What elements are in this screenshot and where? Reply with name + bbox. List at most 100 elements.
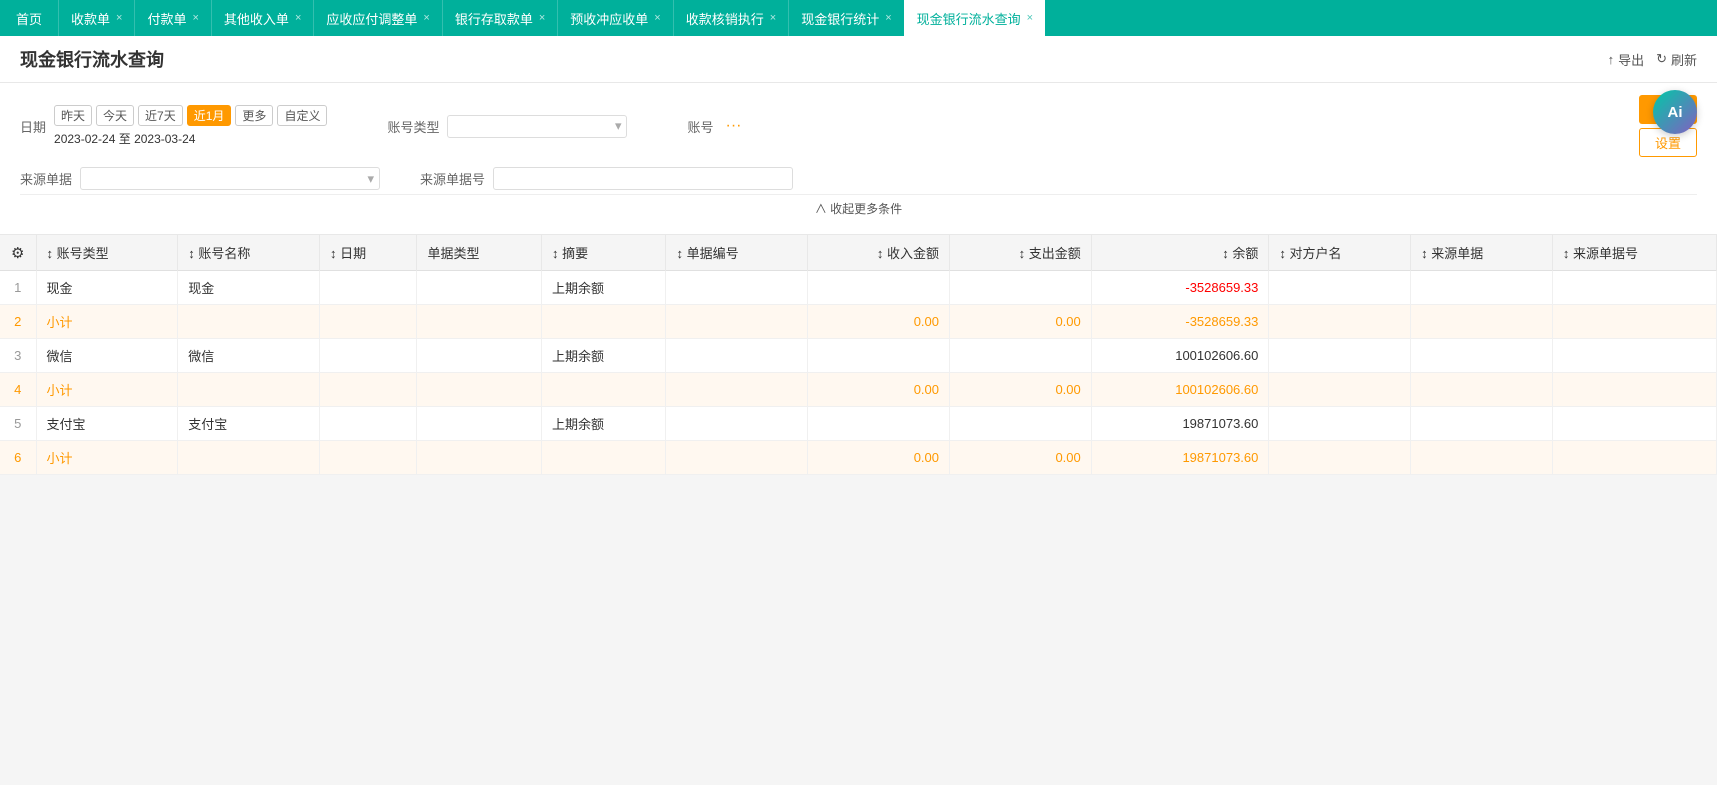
row-account-type: 现金 xyxy=(36,271,178,305)
row-date xyxy=(320,271,417,305)
row-date xyxy=(320,407,417,441)
top-nav: 首页 收款单 × 付款单 × 其他收入单 × 应收应付调整单 × 银行存取款单 … xyxy=(0,0,1717,36)
page-header: 现金银行流水查询 ↑ 导出 ↻ 刷新 xyxy=(0,36,1717,83)
source-doc-label: 来源单据 xyxy=(20,169,72,188)
date-range-display: 2023-02-24 至 2023-03-24 xyxy=(54,130,327,147)
row-summary xyxy=(541,441,666,475)
row-income: 0.00 xyxy=(808,441,950,475)
nav-tab-1[interactable]: 付款单 × xyxy=(134,0,210,36)
table-body: 1 现金 现金 上期余额 -3528659.33 2 小计 0.00 0.00 … xyxy=(0,271,1717,475)
row-doc-no xyxy=(666,373,808,407)
th-income: ↕ 收入金额 xyxy=(808,235,950,271)
table-row: 3 微信 微信 上期余额 100102606.60 xyxy=(0,339,1717,373)
row-source-doc xyxy=(1411,339,1553,373)
row-account-type: 小计 xyxy=(36,373,178,407)
row-source-doc xyxy=(1411,373,1553,407)
row-source-doc xyxy=(1411,271,1553,305)
close-icon[interactable]: × xyxy=(116,12,122,24)
th-doc-no: ↕ 单据编号 xyxy=(666,235,808,271)
row-account-type: 微信 xyxy=(36,339,178,373)
collapse-bar[interactable]: ∧ 收起更多条件 xyxy=(20,194,1697,222)
nav-tab-8[interactable]: 现金银行流水查询 × xyxy=(904,0,1045,36)
th-balance: ↕ 余额 xyxy=(1091,235,1269,271)
date-btn-more[interactable]: 更多 xyxy=(235,105,273,126)
nav-tab-4[interactable]: 银行存取款单 × xyxy=(442,0,557,36)
row-date xyxy=(320,305,417,339)
th-account-name: ↕ 账号名称 xyxy=(178,235,320,271)
nav-tab-7[interactable]: 现金银行统计 × xyxy=(788,0,903,36)
close-icon[interactable]: × xyxy=(192,12,198,24)
account-type-select[interactable]: 现金 微信 支付宝 xyxy=(447,115,627,138)
nav-tab-6[interactable]: 收款核销执行 × xyxy=(673,0,788,36)
th-config: ⚙ xyxy=(0,235,36,271)
row-source-doc-no xyxy=(1552,305,1716,339)
nav-home[interactable]: 首页 xyxy=(0,0,58,36)
row-source-doc-no xyxy=(1552,441,1716,475)
th-summary: ↕ 摘要 xyxy=(541,235,666,271)
close-icon[interactable]: × xyxy=(885,12,891,24)
row-account-name: 支付宝 xyxy=(178,407,320,441)
row-expense xyxy=(950,271,1092,305)
nav-tab-5[interactable]: 预收冲应收单 × xyxy=(557,0,672,36)
row-source-doc xyxy=(1411,407,1553,441)
row-source-doc xyxy=(1411,441,1553,475)
date-btn-yesterday[interactable]: 昨天 xyxy=(54,105,92,126)
export-button[interactable]: ↑ 导出 xyxy=(1608,50,1645,69)
close-icon[interactable]: × xyxy=(1027,12,1033,24)
filter-row-2: 来源单据 来源单据号 xyxy=(20,167,1697,190)
nav-tab-3[interactable]: 应收应付调整单 × xyxy=(313,0,441,36)
source-doc-no-input[interactable] xyxy=(493,167,793,190)
config-icon[interactable]: ⚙ xyxy=(11,245,24,262)
row-counterpart xyxy=(1269,339,1411,373)
th-account-type: ↕ 账号类型 xyxy=(36,235,178,271)
source-doc-filter-item: 来源单据 xyxy=(20,167,380,190)
row-income: 0.00 xyxy=(808,305,950,339)
filter-row-1: 日期 昨天 今天 近7天 近1月 更多 自定义 2023-02-24 至 202… xyxy=(20,95,1697,157)
date-btn-custom[interactable]: 自定义 xyxy=(277,105,327,126)
row-source-doc-no xyxy=(1552,407,1716,441)
export-icon: ↑ xyxy=(1608,52,1615,67)
date-btn-1month[interactable]: 近1月 xyxy=(187,105,232,126)
row-account-name xyxy=(178,305,320,339)
header-actions: ↑ 导出 ↻ 刷新 xyxy=(1608,50,1697,69)
row-doc-no xyxy=(666,441,808,475)
nav-tab-0[interactable]: 收款单 × xyxy=(58,0,134,36)
row-summary: 上期余额 xyxy=(541,407,666,441)
row-number: 6 xyxy=(0,441,36,475)
date-btn-7days[interactable]: 近7天 xyxy=(138,105,183,126)
close-icon[interactable]: × xyxy=(539,12,545,24)
row-counterpart xyxy=(1269,373,1411,407)
row-summary: 上期余额 xyxy=(541,271,666,305)
th-source-doc-no: ↕ 来源单据号 xyxy=(1552,235,1716,271)
account-type-select-wrapper: 现金 微信 支付宝 xyxy=(447,115,627,138)
account-type-filter-item: 账号类型 现金 微信 支付宝 xyxy=(387,115,627,138)
row-doc-type xyxy=(417,373,542,407)
row-counterpart xyxy=(1269,407,1411,441)
close-icon[interactable]: × xyxy=(654,12,660,24)
page-title: 现金银行流水查询 xyxy=(20,46,164,72)
nav-tab-2[interactable]: 其他收入单 × xyxy=(211,0,313,36)
source-doc-select[interactable] xyxy=(80,167,380,190)
row-summary: 上期余额 xyxy=(541,339,666,373)
row-expense: 0.00 xyxy=(950,373,1092,407)
account-label: 账号 xyxy=(687,117,713,136)
row-doc-type xyxy=(417,441,542,475)
date-btn-today[interactable]: 今天 xyxy=(96,105,134,126)
collapse-label: 收起更多条件 xyxy=(830,202,902,216)
ai-assistant-button[interactable]: Ai xyxy=(1653,90,1697,134)
row-doc-no xyxy=(666,305,808,339)
row-date xyxy=(320,373,417,407)
refresh-icon: ↻ xyxy=(1656,51,1667,67)
more-ellipsis-icon[interactable]: ··· xyxy=(721,117,745,135)
close-icon[interactable]: × xyxy=(770,12,776,24)
refresh-button[interactable]: ↻ 刷新 xyxy=(1656,50,1697,69)
row-doc-no xyxy=(666,271,808,305)
th-doc-type: 单据类型 xyxy=(417,235,542,271)
table-header-row: ⚙ ↕ 账号类型 ↕ 账号名称 ↕ 日期 单据类型 ↕ 摘要 ↕ xyxy=(0,235,1717,271)
source-doc-no-label: 来源单据号 xyxy=(420,169,485,188)
close-icon[interactable]: × xyxy=(295,12,301,24)
close-icon[interactable]: × xyxy=(423,12,429,24)
row-number: 3 xyxy=(0,339,36,373)
filter-area: 日期 昨天 今天 近7天 近1月 更多 自定义 2023-02-24 至 202… xyxy=(0,83,1717,235)
row-account-name: 现金 xyxy=(178,271,320,305)
